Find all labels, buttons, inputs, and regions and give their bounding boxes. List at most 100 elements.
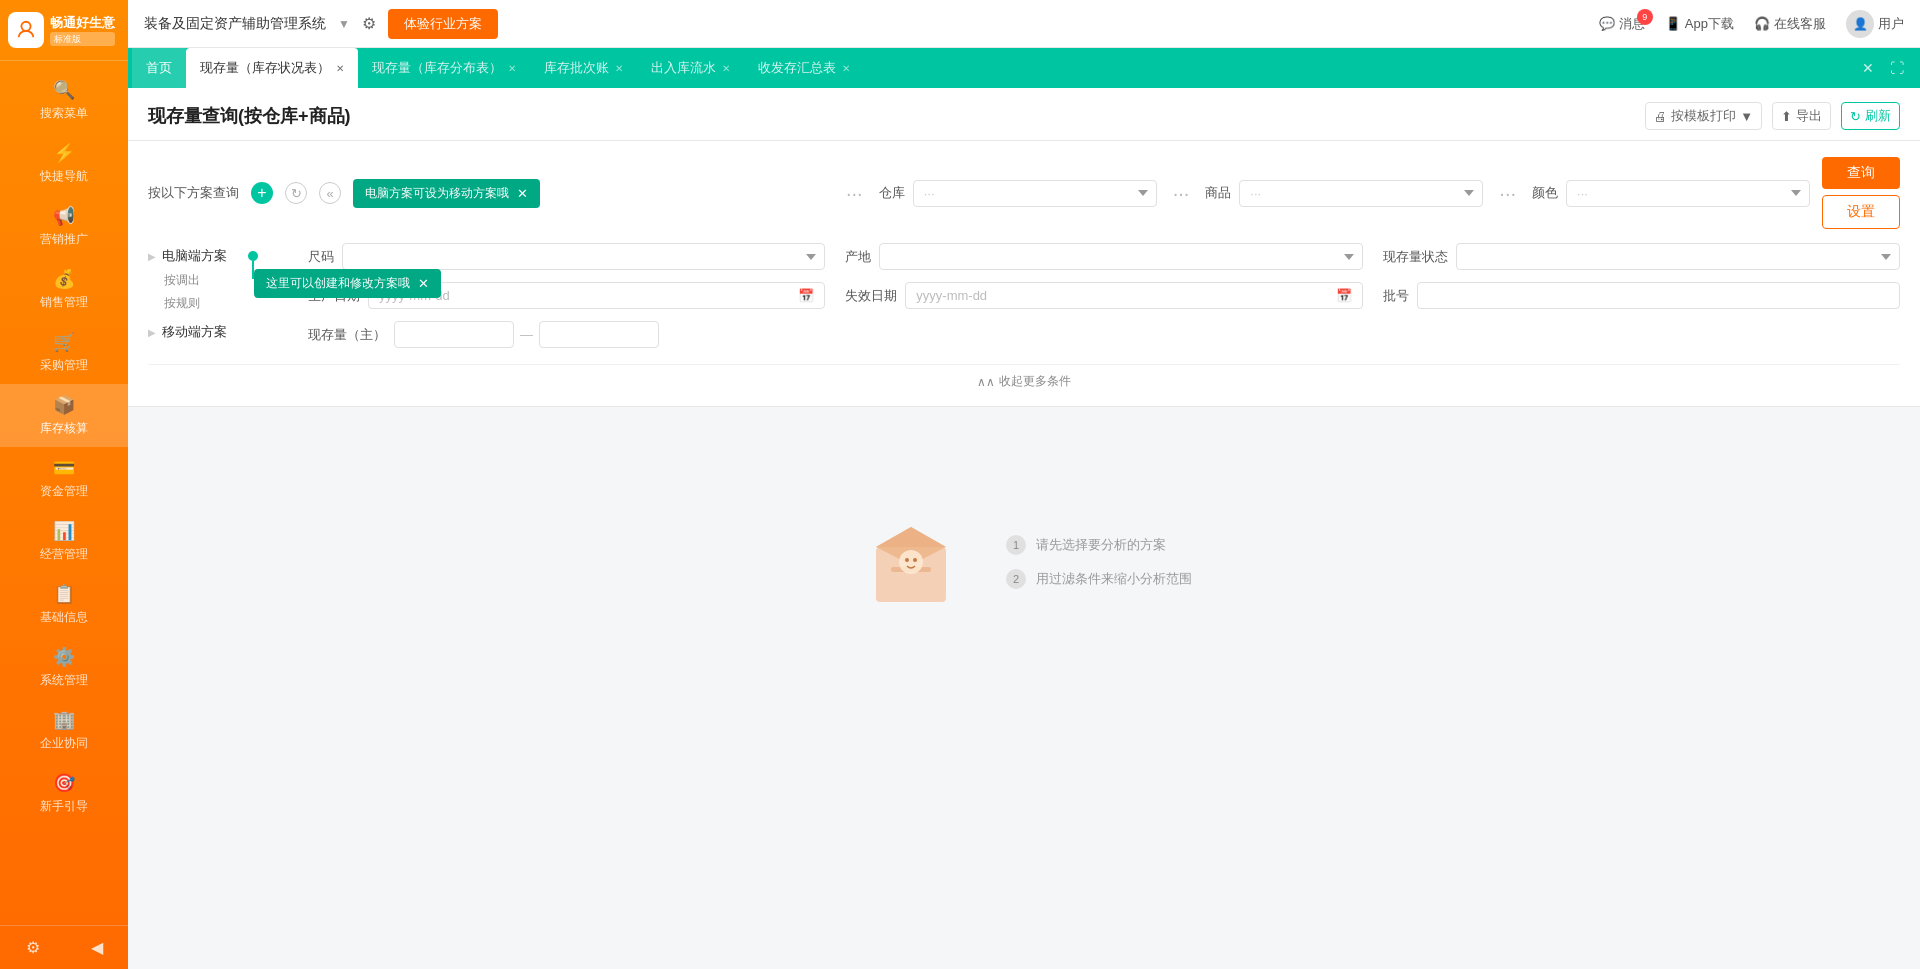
- sidebar-item-label: 快捷导航: [40, 168, 88, 185]
- tab-inout-flow-close-icon[interactable]: ✕: [722, 63, 730, 74]
- stock-status-input[interactable]: [1456, 243, 1900, 270]
- scheme-tree-item-desktop[interactable]: ▶ 电脑端方案: [148, 243, 288, 269]
- color-field-group: 颜色 ···: [1532, 180, 1810, 207]
- refresh-button[interactable]: ↻ 刷新: [1841, 102, 1900, 130]
- collapse-sidebar-icon[interactable]: ◀: [91, 938, 103, 957]
- origin-input[interactable]: [879, 243, 1362, 270]
- sidebar-item-inventory[interactable]: 📦 库存核算: [0, 384, 128, 447]
- query-button[interactable]: 查询: [1822, 157, 1900, 189]
- sidebar-item-sales[interactable]: 💰 销售管理: [0, 258, 128, 321]
- tab-batch-account[interactable]: 库存批次账 ✕: [530, 48, 637, 88]
- user-item[interactable]: 👤 用户: [1846, 10, 1904, 38]
- export-button[interactable]: ⬆ 导出: [1772, 102, 1831, 130]
- solution-button[interactable]: 体验行业方案: [388, 9, 498, 39]
- scheme-tree-panel: ▶ 电脑端方案 按调出 按规则 ▶ 移动端方案: [148, 243, 288, 356]
- tab-inventory-dist[interactable]: 现存量（库存分布表） ✕: [358, 48, 530, 88]
- sidebar-item-enterprise[interactable]: 🏢 企业协同: [0, 699, 128, 762]
- tabbar-actions: ✕ ⛶: [1858, 56, 1916, 80]
- settings-bottom-icon[interactable]: ⚙: [26, 938, 40, 957]
- tab-receive-summary-close-icon[interactable]: ✕: [842, 63, 850, 74]
- app-badge: 标准版: [50, 32, 115, 47]
- field-warehouse-dots[interactable]: ···: [842, 182, 867, 205]
- size-label: 尺码: [308, 248, 334, 266]
- size-field: 尺码: [308, 243, 825, 270]
- tooltip-top-wrapper: 电脑方案可设为移动方案哦 ✕: [353, 179, 540, 208]
- step-2-text: 用过滤条件来缩小分析范围: [1036, 570, 1192, 588]
- sidebar-item-marketing[interactable]: 📢 营销推广: [0, 195, 128, 258]
- print-label: 按模板打印: [1671, 107, 1736, 125]
- tooltip-top: 电脑方案可设为移动方案哦 ✕: [353, 179, 540, 208]
- sidebar-item-finance[interactable]: 💳 资金管理: [0, 447, 128, 510]
- field-goods-dots[interactable]: ···: [1169, 182, 1194, 205]
- warehouse-input[interactable]: ···: [913, 180, 1157, 207]
- stock-main-max-input[interactable]: [539, 321, 659, 348]
- refresh-scheme-button[interactable]: ↻: [285, 182, 307, 204]
- sidebar-item-label: 搜索菜单: [40, 105, 88, 122]
- batch-no-input[interactable]: [1417, 282, 1900, 309]
- system-title: 装备及固定资产辅助管理系统: [144, 15, 326, 33]
- message-item[interactable]: 💬 消息 9: [1599, 15, 1645, 33]
- step-1-number: 1: [1006, 535, 1026, 555]
- stock-status-field: 现存量状态: [1383, 243, 1900, 270]
- filter-fields-right: 尺码 产地 现存量状态: [288, 243, 1900, 356]
- tab-inout-flow[interactable]: 出入库流水 ✕: [637, 48, 744, 88]
- sidebar-item-quicknav[interactable]: ⚡ 快捷导航: [0, 132, 128, 195]
- connector-dot-1: [248, 251, 258, 261]
- expiry-date-input[interactable]: yyyy-mm-dd 📅: [905, 282, 1362, 309]
- scheme-tree-item-mobile[interactable]: ▶ 移动端方案: [148, 319, 288, 345]
- sidebar-logo: 畅通好生意 标准版: [0, 0, 128, 61]
- tab-batch-account-label: 库存批次账: [544, 59, 609, 77]
- expiry-calendar-icon: 📅: [1336, 288, 1352, 303]
- field-color-dots[interactable]: ···: [1495, 182, 1520, 205]
- expiry-date-label: 失效日期: [845, 287, 897, 305]
- topbar-settings-icon[interactable]: ⚙: [362, 14, 376, 33]
- add-scheme-button[interactable]: +: [251, 182, 273, 204]
- goods-field-group: 商品 ···: [1205, 180, 1483, 207]
- color-input[interactable]: ···: [1566, 180, 1810, 207]
- page-title: 现存量查询(按仓库+商品): [148, 104, 351, 128]
- tab-inventory-status[interactable]: 现存量（库存状况表） ✕: [186, 48, 358, 88]
- scheme-mobile-expand-icon: ▶: [148, 327, 156, 338]
- setup-button[interactable]: 设置: [1822, 195, 1900, 229]
- filter-row-3: 生产日期 yyyy-mm-dd 📅 失效日期 yyyy-mm-dd 📅: [308, 282, 1900, 309]
- sidebar-item-operation[interactable]: 📊 经营管理: [0, 510, 128, 573]
- collapse-filter-button[interactable]: ∧∧ 收起更多条件: [148, 364, 1900, 398]
- app-name: 畅通好生意: [50, 14, 115, 32]
- sidebar-item-system[interactable]: ⚙️ 系统管理: [0, 636, 128, 699]
- dropdown-arrow-icon: ▼: [338, 17, 350, 31]
- svg-point-5: [899, 550, 923, 574]
- tab-inventory-dist-close-icon[interactable]: ✕: [508, 63, 516, 74]
- prev-scheme-button[interactable]: «: [319, 182, 341, 204]
- tab-batch-account-close-icon[interactable]: ✕: [615, 63, 623, 74]
- stock-main-range: —: [394, 321, 659, 348]
- tooltip-bottom-close-icon[interactable]: ✕: [418, 276, 429, 291]
- main-area: 装备及固定资产辅助管理系统 ▼ ⚙ 体验行业方案 💬 消息 9 📱 App下载 …: [128, 0, 1920, 969]
- tabbar: 首页 现存量（库存状况表） ✕ 现存量（库存分布表） ✕ 库存批次账 ✕ 出入库…: [128, 48, 1920, 88]
- fullscreen-icon[interactable]: ⛶: [1886, 56, 1908, 80]
- online-support-item[interactable]: 🎧 在线客服: [1754, 15, 1826, 33]
- goods-input[interactable]: ···: [1239, 180, 1483, 207]
- print-template-button[interactable]: 🖨 按模板打印 ▼: [1645, 102, 1762, 130]
- warehouse-label: 仓库: [879, 184, 905, 202]
- sidebar-item-label: 采购管理: [40, 357, 88, 374]
- empty-illustration: [856, 507, 966, 617]
- tab-receive-summary[interactable]: 收发存汇总表 ✕: [744, 48, 864, 88]
- sidebar-item-label: 销售管理: [40, 294, 88, 311]
- online-support-label: 在线客服: [1774, 15, 1826, 33]
- sidebar-item-guide[interactable]: 🎯 新手引导: [0, 762, 128, 825]
- scheme-expand-icon: ▶: [148, 251, 156, 262]
- sidebar-item-search[interactable]: 🔍 搜索菜单: [0, 69, 128, 132]
- finance-icon: 💳: [53, 457, 75, 479]
- sidebar-item-label: 库存核算: [40, 420, 88, 437]
- stock-main-min-input[interactable]: [394, 321, 514, 348]
- close-all-tabs-icon[interactable]: ✕: [1858, 56, 1878, 80]
- tab-inventory-status-close-icon[interactable]: ✕: [336, 63, 344, 74]
- sidebar-item-label: 企业协同: [40, 735, 88, 752]
- tooltip-top-close-icon[interactable]: ✕: [517, 186, 528, 201]
- empty-steps: 1 请先选择要分析的方案 2 用过滤条件来缩小分析范围: [1006, 535, 1192, 589]
- tab-home[interactable]: 首页: [132, 48, 186, 88]
- sidebar-item-basic[interactable]: 📋 基础信息: [0, 573, 128, 636]
- app-download-item[interactable]: 📱 App下载: [1665, 15, 1734, 33]
- size-input[interactable]: [342, 243, 825, 270]
- sidebar-item-purchase[interactable]: 🛒 采购管理: [0, 321, 128, 384]
